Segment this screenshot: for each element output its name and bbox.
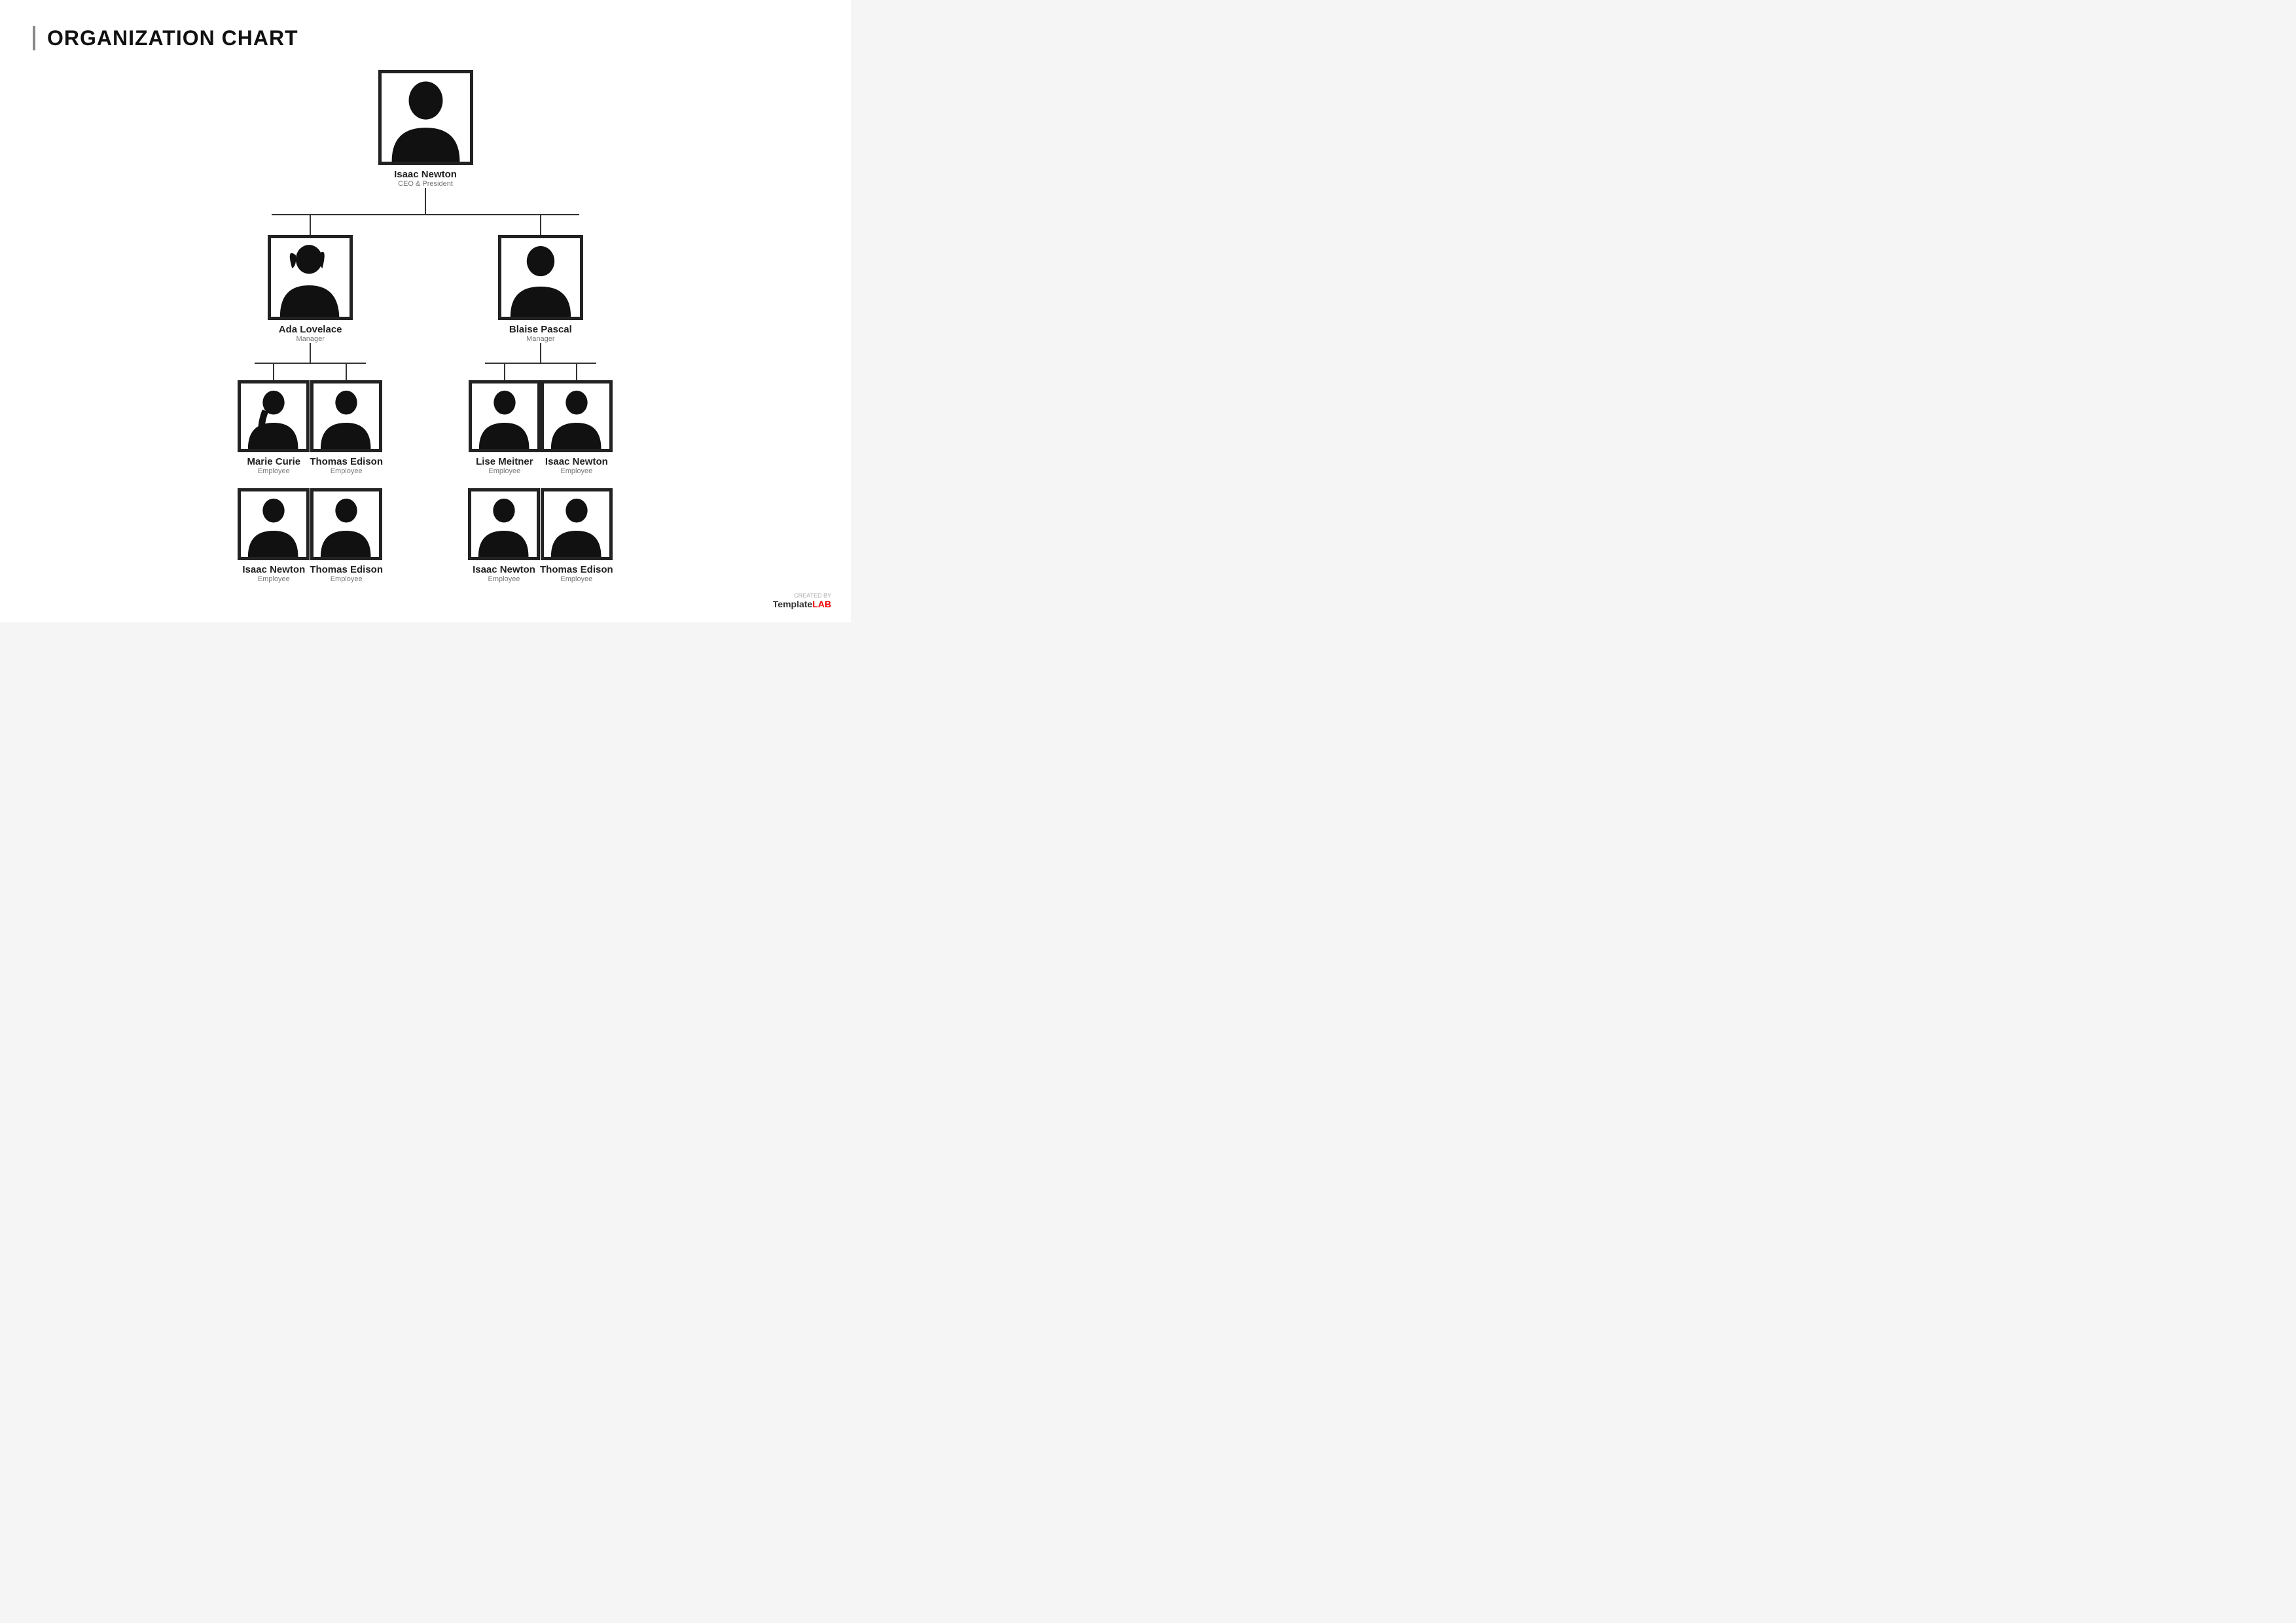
blaise-children-v — [540, 343, 541, 363]
ceo-role: CEO & President — [398, 180, 453, 188]
thomas-photo-blaise-r2 — [541, 488, 613, 560]
isaac-name-blaise-r2: Isaac Newton — [473, 564, 535, 575]
ada-name: Ada Lovelace — [279, 324, 342, 335]
blaise-photo — [498, 235, 583, 320]
thomas-role-ada-r1: Employee — [331, 467, 363, 475]
thomas-node-ada-r1: Thomas Edison Employee — [310, 380, 383, 475]
isaac-name-ada-r2: Isaac Newton — [242, 564, 305, 575]
thomas-node-ada-r2: Thomas Edison Employee — [310, 488, 383, 583]
ada-v-connector — [310, 215, 311, 235]
isaac-branch-ada-r2: Isaac Newton Employee — [238, 488, 310, 583]
ceo-connector-v — [425, 188, 426, 214]
lise-branch: Lise Meitner Employee — [469, 364, 541, 475]
blaise-v-connector — [540, 215, 541, 235]
isaac-role-ada-r2: Employee — [258, 575, 290, 583]
watermark-lab: LAB — [812, 599, 831, 609]
blaise-role: Manager — [526, 335, 554, 343]
marie-name: Marie Curie — [247, 456, 300, 467]
managers-row: Ada Lovelace Manager — [33, 215, 818, 583]
marie-branch: Marie Curie Employee — [238, 364, 310, 475]
thomas-role-blaise-r2: Employee — [560, 575, 592, 583]
isaac-node-ada-r2: Isaac Newton Employee — [238, 488, 310, 583]
isaac-node-blaise-r2: Isaac Newton Employee — [468, 488, 540, 583]
isaac-branch-blaise-r2: Isaac Newton Employee — [468, 488, 540, 583]
blaise-children-row1: Lise Meitner Employee — [469, 364, 613, 475]
blaise-name: Blaise Pascal — [509, 324, 572, 335]
thomas-node-blaise-r2: Thomas Edison Employee — [540, 488, 613, 583]
isaac-role-blaise-r2: Employee — [488, 575, 520, 583]
lise-name: Lise Meitner — [476, 456, 533, 467]
thomas-branch-ada-r1: Thomas Edison Employee — [310, 364, 383, 475]
blaise-node: Blaise Pascal Manager — [498, 235, 583, 343]
ada-role: Manager — [296, 335, 324, 343]
watermark: CREATED BY TemplateLAB — [773, 592, 831, 609]
ceo-photo — [378, 70, 473, 165]
page-title: ORGANIZATION CHART — [33, 26, 818, 50]
isaac-photo-ada-r2 — [238, 488, 310, 560]
isaac-node-blaise-r1: Isaac Newton Employee — [541, 380, 613, 475]
lise-photo — [469, 380, 541, 452]
isaac-photo-blaise-r1 — [541, 380, 613, 452]
ada-children-row1: Marie Curie Employee — [238, 364, 383, 475]
org-chart: Isaac Newton CEO & President — [33, 70, 818, 583]
thomas-photo-ada-r1 — [310, 380, 382, 452]
ada-node: Ada Lovelace Manager — [268, 235, 353, 343]
thomas-branch-blaise-r2: Thomas Edison Employee — [540, 488, 613, 583]
isaac-role-blaise-r1: Employee — [560, 467, 592, 475]
watermark-template: Template — [773, 599, 812, 609]
ada-children-row2: Isaac Newton Employee — [238, 488, 383, 583]
blaise-branch: Blaise Pascal Manager — [468, 215, 613, 583]
ada-branch: Ada Lovelace Manager — [238, 215, 383, 583]
marie-role: Employee — [258, 467, 290, 475]
thomas-name-ada-r1: Thomas Edison — [310, 456, 383, 467]
thomas-role-ada-r2: Employee — [331, 575, 363, 583]
lise-node: Lise Meitner Employee — [469, 380, 541, 475]
blaise-children-row2: Isaac Newton Employee — [468, 488, 613, 583]
page: ORGANIZATION CHART Isaac Newton CEO & Pr… — [0, 0, 851, 622]
lise-role: Employee — [488, 467, 520, 475]
isaac-branch-blaise-r1: Isaac Newton Employee — [541, 364, 613, 475]
watermark-created: CREATED BY — [794, 592, 831, 599]
ada-children-v — [310, 343, 311, 363]
ada-photo — [268, 235, 353, 320]
isaac-name-blaise-r1: Isaac Newton — [545, 456, 608, 467]
isaac-photo-blaise-r2 — [468, 488, 540, 560]
thomas-name-ada-r2: Thomas Edison — [310, 564, 383, 575]
marie-photo — [238, 380, 310, 452]
ceo-node: Isaac Newton CEO & President — [378, 70, 473, 188]
marie-node: Marie Curie Employee — [238, 380, 310, 475]
thomas-branch-ada-r2: Thomas Edison Employee — [310, 488, 383, 583]
ceo-name: Isaac Newton — [394, 169, 457, 180]
thomas-photo-ada-r2 — [310, 488, 382, 560]
thomas-name-blaise-r2: Thomas Edison — [540, 564, 613, 575]
